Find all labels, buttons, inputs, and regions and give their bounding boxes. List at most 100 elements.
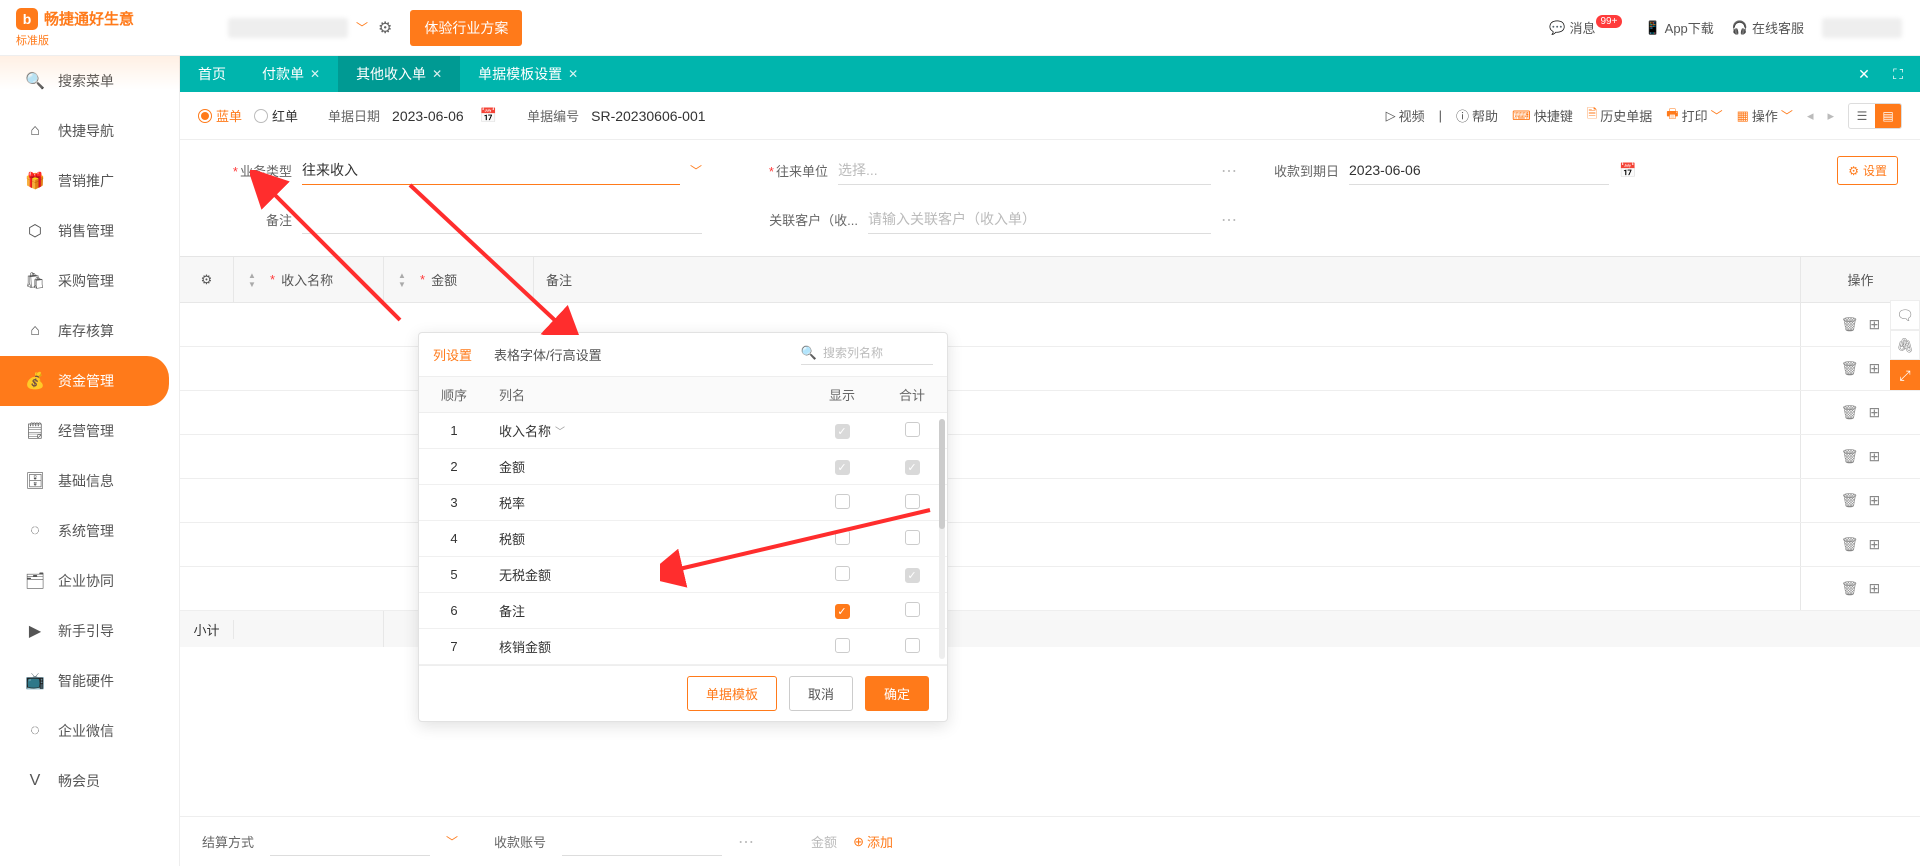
blue-doc-radio[interactable]: 蓝单	[198, 106, 242, 125]
tab-close-all-icon[interactable]: ✕	[1850, 60, 1878, 88]
delete-icon[interactable]: 🗑	[1841, 360, 1859, 377]
due-date-label: 收款到期日	[1274, 164, 1339, 179]
settle-acct-input[interactable]	[562, 827, 722, 856]
popover-scrollbar[interactable]	[939, 419, 945, 659]
view-form-icon[interactable]: ▤	[1875, 104, 1901, 128]
sidebar-item-8[interactable]: 🗄基础信息	[0, 456, 179, 506]
copy-icon[interactable]: ⊞	[1869, 448, 1881, 465]
sidebar-item-2[interactable]: 🎁营销推广	[0, 156, 179, 206]
app-download-link[interactable]: 📱 App下载	[1644, 18, 1713, 37]
rel-customer-input[interactable]	[868, 205, 1211, 234]
close-icon[interactable]: ✕	[310, 67, 320, 81]
calendar-icon[interactable]: 📅	[1619, 162, 1636, 179]
config-button[interactable]: ⚙设置	[1837, 156, 1898, 185]
note-icon[interactable]: 🗨	[1890, 300, 1920, 330]
sidebar-item-6[interactable]: 💰资金管理	[0, 356, 169, 406]
sidebar-item-0[interactable]: 🔍搜索菜单	[0, 56, 179, 106]
checkbox[interactable]	[835, 494, 850, 509]
sidebar-item-4[interactable]: 🛍采购管理	[0, 256, 179, 306]
history-link[interactable]: 🗎历史单据	[1587, 105, 1652, 127]
more-icon[interactable]: ⋯	[738, 832, 755, 852]
cancel-button[interactable]: 取消	[789, 676, 853, 711]
hotkey-link[interactable]: ⌨快捷键	[1512, 106, 1573, 125]
chevron-down-icon[interactable]: ﹀	[555, 423, 565, 438]
column-search[interactable]: 🔍	[801, 345, 933, 365]
gear-icon[interactable]: ⚙	[378, 18, 392, 38]
copy-icon[interactable]: ⊞	[1869, 536, 1881, 553]
more-icon[interactable]: ⋯	[1221, 210, 1238, 230]
fullscreen-icon[interactable]: ⛶	[1884, 60, 1912, 88]
sidebar-item-14[interactable]: V畅会员	[0, 756, 179, 806]
sidebar-item-13[interactable]: ◌企业微信	[0, 706, 179, 756]
due-date-input[interactable]	[1349, 156, 1609, 185]
expand-icon[interactable]: ⤢	[1890, 360, 1920, 390]
view-list-icon[interactable]: ☰	[1849, 104, 1875, 128]
more-icon[interactable]: ⋯	[1221, 161, 1238, 181]
org-selector[interactable]: ﹀	[228, 18, 368, 38]
sidebar-item-11[interactable]: ▶新手引导	[0, 606, 179, 656]
sidebar-item-9[interactable]: ◌系统管理	[0, 506, 179, 556]
remark-input[interactable]	[302, 205, 702, 234]
calendar-icon[interactable]: 📅	[480, 107, 497, 124]
help-link[interactable]: ⓘ帮助	[1456, 106, 1498, 125]
sort-icon[interactable]: ▲▼	[388, 271, 416, 289]
checkbox[interactable]	[905, 638, 920, 653]
doc-template-button[interactable]: 单据模板	[687, 676, 777, 711]
biz-type-input[interactable]	[302, 156, 680, 185]
sidebar-item-3[interactable]: ⬡销售管理	[0, 206, 179, 256]
try-industry-button[interactable]: 体验行业方案	[410, 10, 522, 46]
attach-icon[interactable]: 🖇	[1890, 330, 1920, 360]
next-icon[interactable]: ▸	[1827, 108, 1834, 124]
tab-0[interactable]: 首页	[180, 56, 244, 92]
copy-icon[interactable]: ⊞	[1869, 580, 1881, 597]
tab-2[interactable]: 其他收入单✕	[338, 56, 460, 92]
checkbox[interactable]	[835, 604, 850, 619]
copy-icon[interactable]: ⊞	[1869, 404, 1881, 421]
delete-icon[interactable]: 🗑	[1841, 448, 1859, 465]
sidebar-item-12[interactable]: 📺智能硬件	[0, 656, 179, 706]
checkbox[interactable]	[835, 566, 850, 581]
doc-date-value[interactable]: 2023-06-06	[392, 108, 464, 124]
tab-column-settings[interactable]: 列设置	[433, 345, 472, 364]
settle-method-input[interactable]	[270, 827, 430, 856]
checkbox[interactable]	[905, 530, 920, 545]
video-link[interactable]: ▷视频	[1386, 106, 1425, 125]
confirm-button[interactable]: 确定	[865, 676, 929, 711]
delete-icon[interactable]: 🗑	[1841, 492, 1859, 509]
online-service-link[interactable]: 🎧 在线客服	[1732, 18, 1804, 37]
chevron-down-icon[interactable]: ﹀	[446, 833, 458, 850]
red-doc-radio[interactable]: 红单	[254, 106, 298, 125]
checkbox[interactable]	[835, 530, 850, 545]
delete-icon[interactable]: 🗑	[1841, 536, 1859, 553]
close-icon[interactable]: ✕	[568, 67, 578, 81]
sidebar-item-10[interactable]: 🗂企业协同	[0, 556, 179, 606]
copy-icon[interactable]: ⊞	[1869, 360, 1881, 377]
copy-icon[interactable]: ⊞	[1869, 492, 1881, 509]
tab-1[interactable]: 付款单✕	[244, 56, 338, 92]
sidebar-item-5[interactable]: ⌂库存核算	[0, 306, 179, 356]
column-search-input[interactable]	[823, 346, 933, 360]
print-link[interactable]: 🖶打印﹀	[1666, 105, 1722, 127]
tab-3[interactable]: 单据模板设置✕	[460, 56, 596, 92]
sidebar-item-1[interactable]: ⌂快捷导航	[0, 106, 179, 156]
copy-icon[interactable]: ⊞	[1869, 316, 1881, 333]
table-settings-gear[interactable]: ⚙	[180, 257, 234, 302]
add-settlement-button[interactable]: ⊕添加	[853, 832, 893, 851]
close-icon[interactable]: ✕	[432, 67, 442, 81]
partner-input[interactable]	[838, 156, 1211, 185]
checkbox[interactable]	[905, 422, 920, 437]
checkbox[interactable]	[905, 602, 920, 617]
messages-link[interactable]: 💬 消息 99+	[1549, 18, 1626, 37]
prev-icon[interactable]: ◂	[1807, 108, 1814, 124]
sidebar-item-7[interactable]: 🗒经营管理	[0, 406, 179, 456]
ops-link[interactable]: ▦操作﹀	[1737, 106, 1793, 125]
delete-icon[interactable]: 🗑	[1841, 404, 1859, 421]
chevron-down-icon[interactable]: ﹀	[690, 162, 702, 179]
sort-icon[interactable]: ▲▼	[238, 271, 266, 289]
delete-icon[interactable]: 🗑	[1841, 316, 1859, 333]
checkbox[interactable]	[835, 638, 850, 653]
user-avatar-blurred[interactable]	[1822, 18, 1902, 38]
tab-font-settings[interactable]: 表格字体/行高设置	[494, 345, 602, 364]
delete-icon[interactable]: 🗑	[1841, 580, 1859, 597]
checkbox[interactable]	[905, 494, 920, 509]
